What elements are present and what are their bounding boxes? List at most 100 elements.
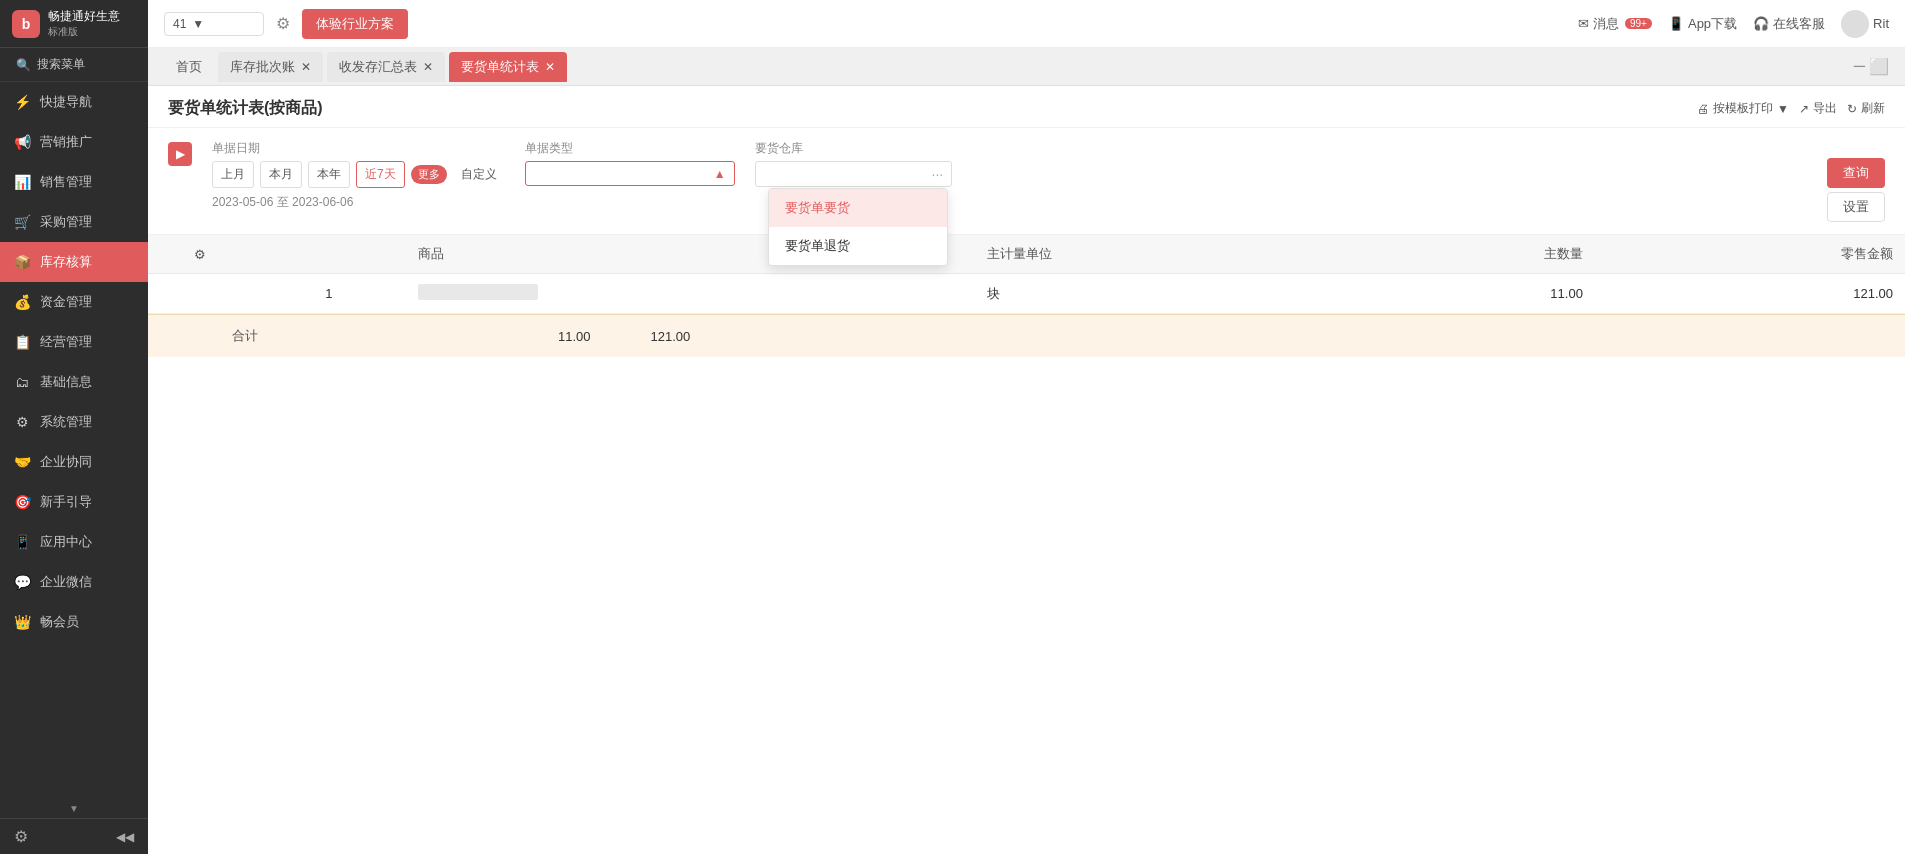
table-container: ⚙ 商品 主计量单位 主数量 零售金额 1 bbox=[148, 235, 1905, 314]
table-header-row: ⚙ 商品 主计量单位 主数量 零售金额 bbox=[148, 235, 1905, 274]
row-product bbox=[406, 274, 974, 314]
refresh-icon: ↻ bbox=[1847, 102, 1857, 116]
row-amount: 121.00 bbox=[1595, 274, 1905, 314]
tab-home[interactable]: 首页 bbox=[164, 52, 214, 82]
purchase-icon: 🛒 bbox=[12, 212, 32, 232]
row-unit: 块 bbox=[975, 274, 1285, 314]
sidebar-item-enterprise[interactable]: 🤝 企业协同 bbox=[0, 442, 148, 482]
sidebar-item-quick-nav[interactable]: ⚡ 快捷导航 bbox=[0, 82, 148, 122]
table-row: 1 块 11.00 121.00 bbox=[148, 274, 1905, 314]
message-item[interactable]: ✉ 消息 99+ bbox=[1578, 15, 1652, 33]
sidebar-item-app-center[interactable]: 📱 应用中心 bbox=[0, 522, 148, 562]
date-last-month-btn[interactable]: 上月 bbox=[212, 161, 254, 188]
tabbar-right: ─ ⬜ bbox=[1854, 57, 1889, 76]
voucher-type-label: 单据类型 bbox=[525, 140, 735, 157]
sidebar-item-inventory[interactable]: 📦 库存核算 bbox=[0, 242, 148, 282]
app-download-icon: 📱 bbox=[1668, 16, 1684, 31]
user-item[interactable]: Rit bbox=[1841, 10, 1889, 38]
finance-icon: 💰 bbox=[12, 292, 32, 312]
query-btn[interactable]: 查询 bbox=[1827, 158, 1885, 188]
tab-maximize-icon[interactable]: ⬜ bbox=[1869, 57, 1889, 76]
footer-total-qty: 11.00 bbox=[558, 329, 591, 344]
sidebar-item-purchase[interactable]: 🛒 采购管理 bbox=[0, 202, 148, 242]
collapse-icon[interactable]: ◀◀ bbox=[116, 830, 134, 844]
tab-inventory-batch[interactable]: 库存批次账 ✕ bbox=[218, 52, 323, 82]
sidebar-item-finance[interactable]: 💰 资金管理 bbox=[0, 282, 148, 322]
col-header-amount: 零售金额 bbox=[1595, 235, 1905, 274]
filter-row: ▶ 单据日期 上月 本月 本年 近7天 更多 自定义 2023-05-06 至 … bbox=[148, 128, 1905, 235]
date-last-7days-btn[interactable]: 近7天 bbox=[356, 161, 405, 188]
voucher-type-arrow-icon[interactable]: ▲ bbox=[714, 167, 726, 181]
more-tag[interactable]: 更多 bbox=[411, 165, 447, 184]
voucher-type-filter: 单据类型 ▲ bbox=[525, 140, 735, 186]
search-menu[interactable]: 🔍 搜索菜单 bbox=[0, 48, 148, 82]
tab-close-order-summary[interactable]: ✕ bbox=[545, 60, 555, 74]
warehouse-more-icon[interactable]: ··· bbox=[932, 166, 944, 182]
date-filter-group: 单据日期 上月 本月 本年 近7天 更多 自定义 2023-05-06 至 20… bbox=[212, 140, 505, 211]
search-icon: 🔍 bbox=[16, 58, 31, 72]
tab-close-receive-summary[interactable]: ✕ bbox=[423, 60, 433, 74]
wechat-icon: 💬 bbox=[12, 572, 32, 592]
logo-icon: b bbox=[12, 10, 40, 38]
scroll-down-icon: ▼ bbox=[69, 803, 79, 814]
enterprise-icon: 🤝 bbox=[12, 452, 32, 472]
system-icon: ⚙ bbox=[12, 412, 32, 432]
filter-expand-btn[interactable]: ▶ bbox=[168, 142, 192, 166]
page-title: 要货单统计表(按商品) bbox=[168, 98, 323, 119]
warehouse-input[interactable] bbox=[764, 167, 932, 182]
sidebar-item-marketing[interactable]: 📢 营销推广 bbox=[0, 122, 148, 162]
sidebar-item-basic-info[interactable]: 🗂 基础信息 bbox=[0, 362, 148, 402]
sidebar-item-operations[interactable]: 📋 经营管理 bbox=[0, 322, 148, 362]
filter-actions: 查询 设置 bbox=[1827, 158, 1885, 222]
date-range-display: 2023-05-06 至 2023-06-06 bbox=[212, 194, 505, 211]
col-header-qty: 主数量 bbox=[1285, 235, 1595, 274]
page-header-actions: 🖨 按模板打印 ▼ ↗ 导出 ↻ 刷新 bbox=[1697, 100, 1885, 117]
col-header-unit: 主计量单位 bbox=[975, 235, 1285, 274]
voucher-type-input-wrapper: ▲ bbox=[525, 161, 735, 186]
topbar-right: ✉ 消息 99+ 📱 App下载 🎧 在线客服 Rit bbox=[1578, 10, 1889, 38]
sidebar-item-guide[interactable]: 🎯 新手引导 bbox=[0, 482, 148, 522]
date-custom-btn[interactable]: 自定义 bbox=[453, 162, 505, 187]
member-icon: 👑 bbox=[12, 612, 32, 632]
page-content: 要货单统计表(按商品) 🖨 按模板打印 ▼ ↗ 导出 ↻ 刷新 ▶ bbox=[148, 86, 1905, 854]
row-no: 1 bbox=[251, 274, 406, 314]
online-service-item[interactable]: 🎧 在线客服 bbox=[1753, 15, 1825, 33]
sidebar-item-sales[interactable]: 📊 销售管理 bbox=[0, 162, 148, 202]
tab-receive-summary[interactable]: 收发存汇总表 ✕ bbox=[327, 52, 445, 82]
print-btn[interactable]: 🖨 按模板打印 ▼ bbox=[1697, 100, 1789, 117]
marketing-icon: 📢 bbox=[12, 132, 32, 152]
date-this-year-btn[interactable]: 本年 bbox=[308, 161, 350, 188]
date-filter-label: 单据日期 bbox=[212, 140, 505, 157]
sidebar-item-member[interactable]: 👑 畅会员 bbox=[0, 602, 148, 642]
settings-icon[interactable]: ⚙ bbox=[14, 827, 28, 846]
print-arrow-icon: ▼ bbox=[1777, 102, 1789, 116]
filter-settings-btn[interactable]: 设置 bbox=[1827, 192, 1885, 222]
sidebar-nav: ⚡ 快捷导航 📢 营销推广 📊 销售管理 🛒 采购管理 📦 库存核算 💰 资金管… bbox=[0, 82, 148, 799]
col-header-gear[interactable]: ⚙ bbox=[148, 235, 251, 274]
sidebar-item-system[interactable]: ⚙ 系统管理 bbox=[0, 402, 148, 442]
trial-btn[interactable]: 体验行业方案 bbox=[302, 9, 408, 39]
dropdown-item-order-return[interactable]: 要货单退货 bbox=[769, 227, 947, 265]
topbar-gear-icon[interactable]: ⚙ bbox=[276, 14, 290, 33]
tab-minimize-icon[interactable]: ─ bbox=[1854, 57, 1865, 76]
voucher-type-input[interactable] bbox=[534, 166, 714, 181]
footer-total-amount: 121.00 bbox=[651, 329, 691, 344]
avatar bbox=[1841, 10, 1869, 38]
warehouse-label: 要货仓库 bbox=[755, 140, 953, 157]
export-btn[interactable]: ↗ 导出 bbox=[1799, 100, 1837, 117]
app-logo: b 畅捷通好生意 标准版 bbox=[0, 0, 148, 48]
tab-close-inventory-batch[interactable]: ✕ bbox=[301, 60, 311, 74]
app-download-item[interactable]: 📱 App下载 bbox=[1668, 15, 1737, 33]
sidebar: b 畅捷通好生意 标准版 🔍 搜索菜单 ⚡ 快捷导航 📢 营销推广 📊 销售管理… bbox=[0, 0, 148, 854]
sales-icon: 📊 bbox=[12, 172, 32, 192]
refresh-btn[interactable]: ↻ 刷新 bbox=[1847, 100, 1885, 117]
tab-order-summary[interactable]: 要货单统计表 ✕ bbox=[449, 52, 567, 82]
sidebar-item-wechat[interactable]: 💬 企业微信 bbox=[0, 562, 148, 602]
chevron-down-icon: ▼ bbox=[192, 17, 204, 31]
date-this-month-btn[interactable]: 本月 bbox=[260, 161, 302, 188]
tabbar: 首页 库存批次账 ✕ 收发存汇总表 ✕ 要货单统计表 ✕ ─ ⬜ bbox=[148, 48, 1905, 86]
topbar-left: 41 ▼ ⚙ 体验行业方案 bbox=[164, 9, 408, 39]
operations-icon: 📋 bbox=[12, 332, 32, 352]
dropdown-item-order-goods[interactable]: 要货单要货 bbox=[769, 189, 947, 227]
company-selector[interactable]: 41 ▼ bbox=[164, 12, 264, 36]
